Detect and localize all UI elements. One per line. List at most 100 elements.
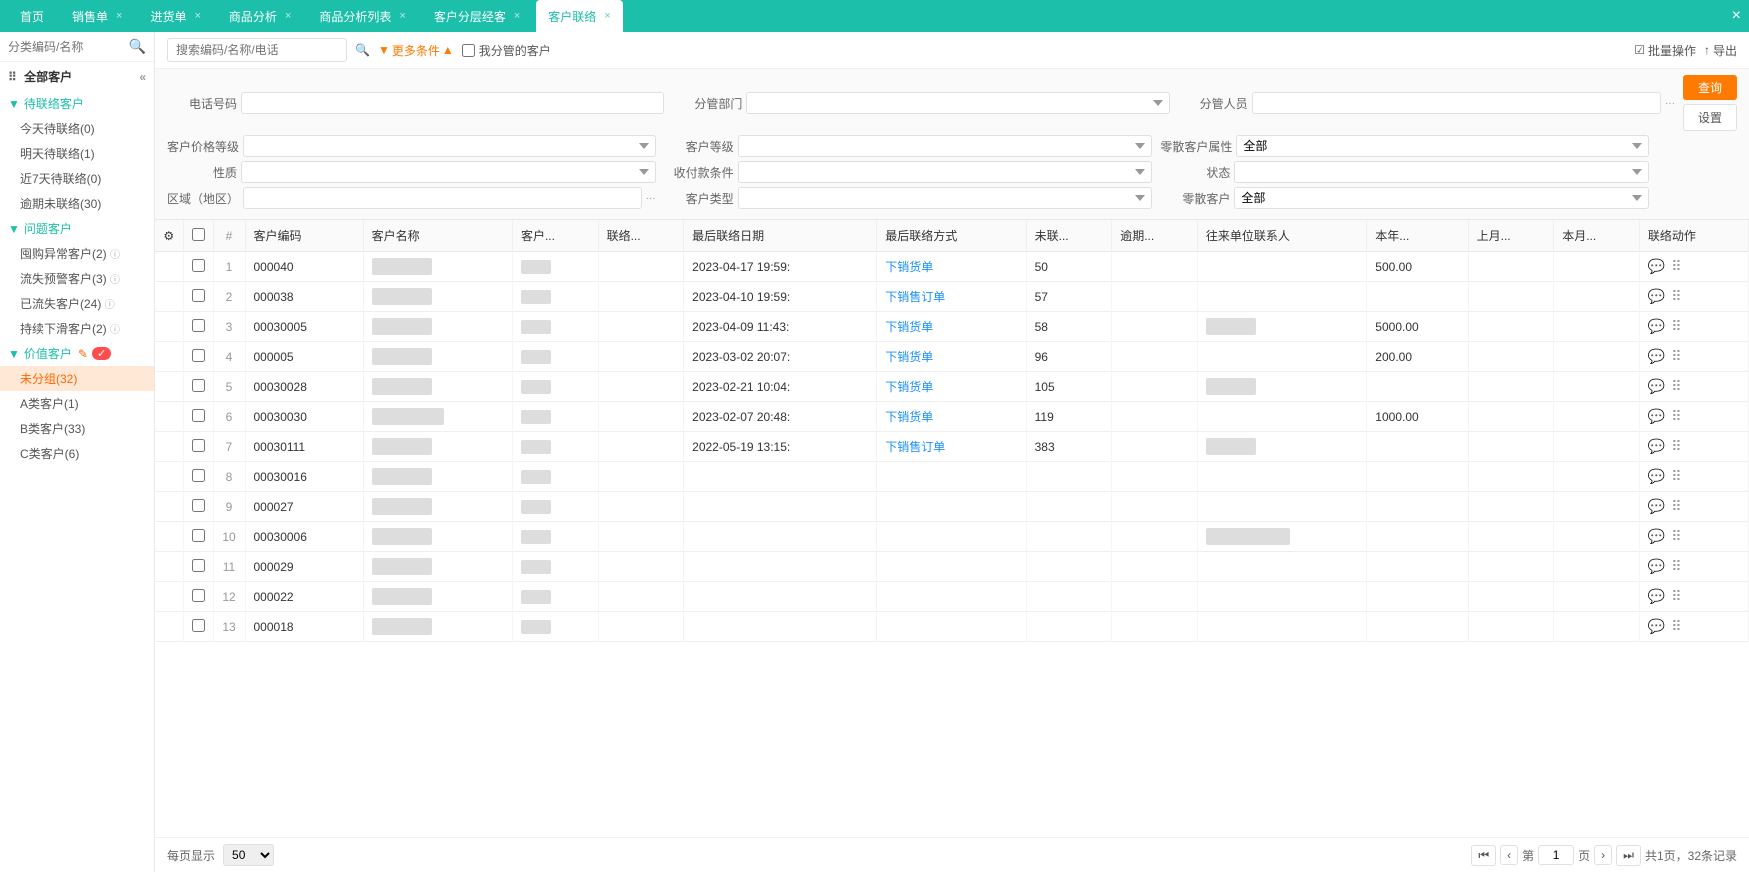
nav-tab-analysis-list[interactable]: 商品分析列表 ×: [307, 0, 417, 32]
row-checkbox[interactable]: [192, 469, 205, 482]
my-customers-check[interactable]: [462, 44, 475, 57]
batch-ops-btn[interactable]: ☑ 批量操作: [1634, 42, 1696, 59]
sidebar-all-customers-header[interactable]: ⠿ 全部客户 «: [0, 62, 154, 91]
close-icon[interactable]: ×: [285, 10, 291, 22]
close-all-btn[interactable]: ×: [1732, 7, 1741, 25]
search-icon[interactable]: 🔍: [129, 38, 146, 55]
page-number-input[interactable]: [1538, 845, 1574, 865]
export-btn[interactable]: ↑ 导出: [1704, 42, 1737, 59]
nav-tab-sales[interactable]: 销售单 ×: [60, 0, 134, 32]
row-checkbox[interactable]: [192, 379, 205, 392]
row-checkbox[interactable]: [192, 349, 205, 362]
grid-action-icon[interactable]: ⠿: [1671, 408, 1681, 425]
grid-action-icon[interactable]: ⠿: [1671, 618, 1681, 635]
next-page-btn[interactable]: ›: [1594, 845, 1612, 865]
message-icon[interactable]: 💬: [1648, 258, 1665, 275]
row-checkbox[interactable]: [192, 499, 205, 512]
sidebar-item-lost[interactable]: 已流失客户(24) ⓘ: [0, 291, 154, 316]
method-link[interactable]: 下销货单: [885, 350, 933, 364]
sidebar-item-today[interactable]: 今天待联络(0): [0, 116, 154, 141]
method-link[interactable]: 下销货单: [885, 320, 933, 334]
first-page-btn[interactable]: ⏮: [1471, 845, 1496, 866]
grid-action-icon[interactable]: ⠿: [1671, 438, 1681, 455]
sidebar-section-waiting[interactable]: ▼ 待联络客户: [0, 91, 154, 116]
th-settings[interactable]: ⚙: [155, 220, 183, 252]
message-icon[interactable]: 💬: [1648, 618, 1665, 635]
grid-action-icon[interactable]: ⠿: [1671, 378, 1681, 395]
payment-select[interactable]: [738, 161, 1153, 183]
sidebar-item-ungrouped[interactable]: 未分组(32): [0, 366, 154, 391]
collapse-btn[interactable]: «: [139, 70, 146, 84]
row-checkbox[interactable]: [192, 259, 205, 272]
close-icon[interactable]: ×: [194, 10, 200, 22]
status-select[interactable]: [1234, 161, 1649, 183]
method-link[interactable]: 下销售订单: [885, 440, 945, 454]
row-checkbox[interactable]: [192, 559, 205, 572]
sidebar-item-abnormal[interactable]: 囤购异常客户(2) ⓘ: [0, 241, 154, 266]
row-checkbox[interactable]: [192, 529, 205, 542]
row-checkbox[interactable]: [192, 439, 205, 452]
grid-action-icon[interactable]: ⠿: [1671, 468, 1681, 485]
close-icon[interactable]: ×: [116, 10, 122, 22]
td-checkbox[interactable]: [183, 552, 213, 582]
more-conditions-btn[interactable]: ▼ 更多条件 ▲: [378, 42, 454, 59]
close-icon[interactable]: ×: [399, 10, 405, 22]
td-checkbox[interactable]: [183, 252, 213, 282]
edit-icon[interactable]: ✎: [78, 347, 88, 361]
region-more-icon[interactable]: ···: [646, 193, 656, 204]
retail-customer-select[interactable]: 全部: [1234, 187, 1649, 209]
grid-action-icon[interactable]: ⠿: [1671, 498, 1681, 515]
td-checkbox[interactable]: [183, 612, 213, 642]
message-icon[interactable]: 💬: [1648, 528, 1665, 545]
sidebar-item-declining[interactable]: 持续下滑客户(2) ⓘ: [0, 316, 154, 341]
td-checkbox[interactable]: [183, 342, 213, 372]
td-checkbox[interactable]: [183, 402, 213, 432]
last-page-btn[interactable]: ⏭: [1616, 845, 1641, 866]
grid-action-icon[interactable]: ⠿: [1671, 258, 1681, 275]
nav-tab-customer-segment[interactable]: 客户分层经客 ×: [422, 0, 532, 32]
row-checkbox[interactable]: [192, 289, 205, 302]
sidebar-item-tomorrow[interactable]: 明天待联络(1): [0, 141, 154, 166]
sidebar-section-problem[interactable]: ▼ 问题客户: [0, 216, 154, 241]
sidebar-item-churn-warning[interactable]: 流失预警客户(3) ⓘ: [0, 266, 154, 291]
td-checkbox[interactable]: [183, 282, 213, 312]
method-link[interactable]: 下销货单: [885, 260, 933, 274]
retail-attr-select[interactable]: 全部: [1236, 135, 1649, 157]
grid-action-icon[interactable]: ⠿: [1671, 318, 1681, 335]
grid-action-icon[interactable]: ⠿: [1671, 348, 1681, 365]
nav-tab-customer-contact[interactable]: 客户联络 ×: [536, 0, 622, 32]
td-checkbox[interactable]: [183, 462, 213, 492]
td-checkbox[interactable]: [183, 492, 213, 522]
td-checkbox[interactable]: [183, 312, 213, 342]
region-input[interactable]: [243, 187, 642, 209]
search-btn[interactable]: 🔍: [355, 43, 370, 57]
row-checkbox[interactable]: [192, 619, 205, 632]
message-icon[interactable]: 💬: [1648, 498, 1665, 515]
customer-type-select[interactable]: [738, 187, 1153, 209]
message-icon[interactable]: 💬: [1648, 348, 1665, 365]
grid-action-icon[interactable]: ⠿: [1671, 588, 1681, 605]
td-checkbox[interactable]: [183, 582, 213, 612]
search-input[interactable]: [167, 38, 347, 62]
sidebar-item-overdue[interactable]: 逾期未联络(30): [0, 191, 154, 216]
per-page-select[interactable]: 20 50 100: [223, 844, 274, 866]
method-link[interactable]: 下销货单: [885, 410, 933, 424]
method-link[interactable]: 下销货单: [885, 380, 933, 394]
message-icon[interactable]: 💬: [1648, 588, 1665, 605]
person-input[interactable]: [1252, 92, 1661, 114]
grid-action-icon[interactable]: ⠿: [1671, 558, 1681, 575]
nav-tab-purchase[interactable]: 进货单 ×: [138, 0, 212, 32]
method-link[interactable]: 下销售订单: [885, 290, 945, 304]
message-icon[interactable]: 💬: [1648, 378, 1665, 395]
settings-icon[interactable]: ⚙: [163, 229, 174, 243]
sidebar-item-c-class[interactable]: C类客户(6): [0, 441, 154, 466]
select-all-checkbox[interactable]: [192, 228, 205, 241]
nav-tab-home[interactable]: 首页: [8, 0, 56, 32]
td-checkbox[interactable]: [183, 522, 213, 552]
message-icon[interactable]: 💬: [1648, 318, 1665, 335]
customer-level-select[interactable]: [738, 135, 1153, 157]
td-checkbox[interactable]: [183, 372, 213, 402]
message-icon[interactable]: 💬: [1648, 438, 1665, 455]
row-checkbox[interactable]: [192, 319, 205, 332]
grid-action-icon[interactable]: ⠿: [1671, 528, 1681, 545]
